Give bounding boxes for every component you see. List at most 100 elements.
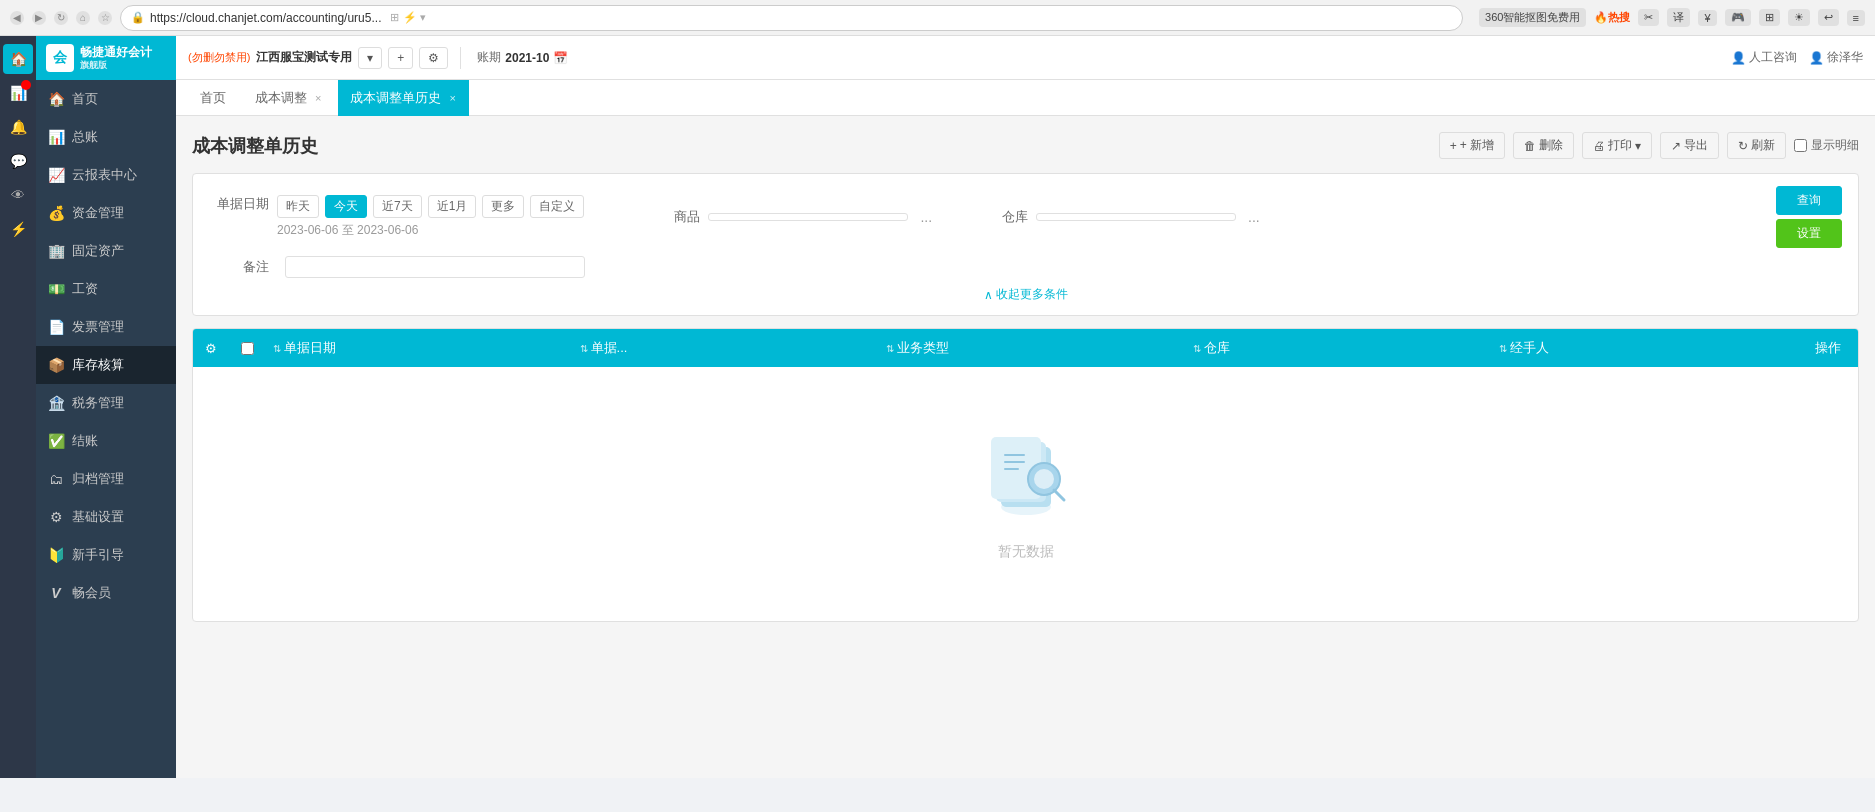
sidebar-item-assets[interactable]: 🏢 固定资产 xyxy=(36,232,176,270)
sidebar-item-member[interactable]: V 畅会员 xyxy=(36,574,176,612)
warehouse-select[interactable] xyxy=(1036,213,1236,221)
date-btn-custom[interactable]: 自定义 xyxy=(530,195,584,218)
settings-filter-btn[interactable]: 设置 xyxy=(1776,219,1842,248)
sidebar-item-closing[interactable]: ✅ 结账 xyxy=(36,422,176,460)
page-title: 成本调整单历史 xyxy=(192,134,318,158)
th-number[interactable]: ⇅ 单据... xyxy=(572,339,879,357)
sidebar-item-inventory[interactable]: 📦 库存核算 xyxy=(36,346,176,384)
delete-btn[interactable]: 🗑 删除 xyxy=(1513,132,1574,159)
tab-bar: 首页 成本调整 × 成本调整单历史 × xyxy=(176,80,1875,116)
tool-menu[interactable]: ≡ xyxy=(1847,10,1865,26)
period-label: 账期 xyxy=(477,49,501,66)
home-nav-label: 首页 xyxy=(72,90,98,108)
tool-brightness[interactable]: ☀ xyxy=(1788,9,1810,26)
icon-sidebar-4[interactable]: 💬 xyxy=(3,146,33,176)
export-btn[interactable]: ↗ 导出 xyxy=(1660,132,1719,159)
report-nav-icon: 📈 xyxy=(48,167,64,183)
home-nav-icon: 🏠 xyxy=(48,91,64,107)
th-warehouse[interactable]: ⇅ 仓库 xyxy=(1185,339,1492,357)
guide-nav-icon: 🔰 xyxy=(48,547,64,563)
new-btn[interactable]: + + 新增 xyxy=(1439,132,1505,159)
date-filter-group: 单据日期 昨天 今天 近7天 近1月 更多 自定义 2023-06-06 至 2… xyxy=(209,195,584,239)
sidebar-item-settings[interactable]: ⚙ 基础设置 xyxy=(36,498,176,536)
add-company-btn[interactable]: + xyxy=(388,47,413,69)
sidebar-item-archive[interactable]: 🗂 归档管理 xyxy=(36,460,176,498)
user-btn[interactable]: 👤 徐泽华 xyxy=(1809,49,1863,66)
icon-5: 👁 xyxy=(11,187,25,203)
th-operator[interactable]: ⇅ 经手人 xyxy=(1491,339,1798,357)
icon-sidebar-2[interactable]: 📊 xyxy=(3,78,33,108)
back-button[interactable]: ◀ xyxy=(10,11,24,25)
print-btn[interactable]: 🖨 打印 ▾ xyxy=(1582,132,1652,159)
table-select-all[interactable] xyxy=(229,342,265,355)
icon-6: ⚡ xyxy=(10,221,27,237)
settings-nav-icon: ⚙ xyxy=(48,509,64,525)
tool-game[interactable]: 🎮 xyxy=(1725,9,1751,26)
home-browser-button[interactable]: ⌂ xyxy=(76,11,90,25)
tool-grid[interactable]: ⊞ xyxy=(1759,9,1780,26)
salary-nav-label: 工资 xyxy=(72,280,98,298)
sidebar-item-ledger[interactable]: 📊 总账 xyxy=(36,118,176,156)
360-search-btn[interactable]: 360智能抠图免费用 xyxy=(1479,8,1586,27)
warehouse-more-dots[interactable]: ... xyxy=(1248,209,1260,225)
collapse-btn[interactable]: ∧ 收起更多条件 xyxy=(984,286,1068,303)
display-toggle-label: 显示明细 xyxy=(1811,137,1859,154)
tab-cost-history-close[interactable]: × xyxy=(449,92,455,104)
sidebar-item-tax[interactable]: 🏦 税务管理 xyxy=(36,384,176,422)
browser-tools-icons: ⊞ ⚡ ▾ xyxy=(390,11,425,24)
date-btn-1month[interactable]: 近1月 xyxy=(428,195,477,218)
collapse-up-icon: ∧ xyxy=(984,288,993,302)
sidebar-item-invoice[interactable]: 📄 发票管理 xyxy=(36,308,176,346)
icon-sidebar-3[interactable]: 🔔 xyxy=(3,112,33,142)
date-btn-more[interactable]: 更多 xyxy=(482,195,524,218)
consult-btn[interactable]: 👤 人工咨询 xyxy=(1731,49,1797,66)
inventory-nav-icon: 📦 xyxy=(48,357,64,373)
tab-home[interactable]: 首页 xyxy=(188,80,239,116)
tool-coin[interactable]: ¥ xyxy=(1698,10,1716,26)
date-btn-7days[interactable]: 近7天 xyxy=(373,195,422,218)
notification-badge xyxy=(21,80,31,90)
tool-scissors[interactable]: ✂ xyxy=(1638,9,1659,26)
icon-sidebar-5[interactable]: 👁 xyxy=(3,180,33,210)
top-bar-info: (勿删勿禁用) 江西服宝测试专用 ▾ + ⚙ xyxy=(188,47,461,69)
sidebar-item-salary[interactable]: 💵 工资 xyxy=(36,270,176,308)
refresh-icon: ↻ xyxy=(1738,139,1748,153)
product-select[interactable] xyxy=(708,213,908,221)
tool-translate[interactable]: 译 xyxy=(1667,8,1690,27)
select-all-checkbox[interactable] xyxy=(241,342,254,355)
product-more-dots[interactable]: ... xyxy=(920,209,932,225)
report-nav-label: 云报表中心 xyxy=(72,166,137,184)
th-date[interactable]: ⇅ 单据日期 xyxy=(265,339,572,357)
icon-3: 🔔 xyxy=(10,119,27,135)
refresh-btn[interactable]: ↻ 刷新 xyxy=(1727,132,1786,159)
remark-input[interactable] xyxy=(285,256,585,278)
star-button[interactable]: ☆ xyxy=(98,11,112,25)
display-toggle-checkbox[interactable] xyxy=(1794,139,1807,152)
company-dropdown-btn[interactable]: ▾ xyxy=(358,47,382,69)
tab-cost-adjust-close[interactable]: × xyxy=(315,92,321,104)
salary-nav-icon: 💵 xyxy=(48,281,64,297)
guide-nav-label: 新手引导 xyxy=(72,546,124,564)
sidebar-item-home[interactable]: 🏠 首页 xyxy=(36,80,176,118)
icon-sidebar-main[interactable]: 🏠 xyxy=(3,44,33,74)
app-container: 🏠 📊 🔔 💬 👁 ⚡ 会 畅捷通好会计 旗舰版 🏠 xyxy=(0,36,1875,778)
sidebar-item-report[interactable]: 📈 云报表中心 xyxy=(36,156,176,194)
tool-undo[interactable]: ↩ xyxy=(1818,9,1839,26)
tab-cost-adjust[interactable]: 成本调整 × xyxy=(243,80,334,116)
company-settings-btn[interactable]: ⚙ xyxy=(419,47,448,69)
sidebar-item-finance[interactable]: 💰 资金管理 xyxy=(36,194,176,232)
refresh-browser-button[interactable]: ↻ xyxy=(54,11,68,25)
th-type-label: 业务类型 xyxy=(897,339,949,357)
tab-cost-history[interactable]: 成本调整单历史 × xyxy=(338,80,468,116)
forward-button[interactable]: ▶ xyxy=(32,11,46,25)
date-btn-today[interactable]: 今天 xyxy=(325,195,367,218)
empty-text: 暂无数据 xyxy=(998,543,1054,561)
sidebar-item-guide[interactable]: 🔰 新手引导 xyxy=(36,536,176,574)
address-bar[interactable]: 🔒 https://cloud.chanjet.com/accounting/u… xyxy=(120,5,1463,31)
query-btn[interactable]: 查询 xyxy=(1776,186,1842,215)
settings-nav-label: 基础设置 xyxy=(72,508,124,526)
date-btn-yesterday[interactable]: 昨天 xyxy=(277,195,319,218)
th-type[interactable]: ⇅ 业务类型 xyxy=(878,339,1185,357)
icon-sidebar-6[interactable]: ⚡ xyxy=(3,214,33,244)
table-settings-btn[interactable]: ⚙ xyxy=(193,341,229,356)
